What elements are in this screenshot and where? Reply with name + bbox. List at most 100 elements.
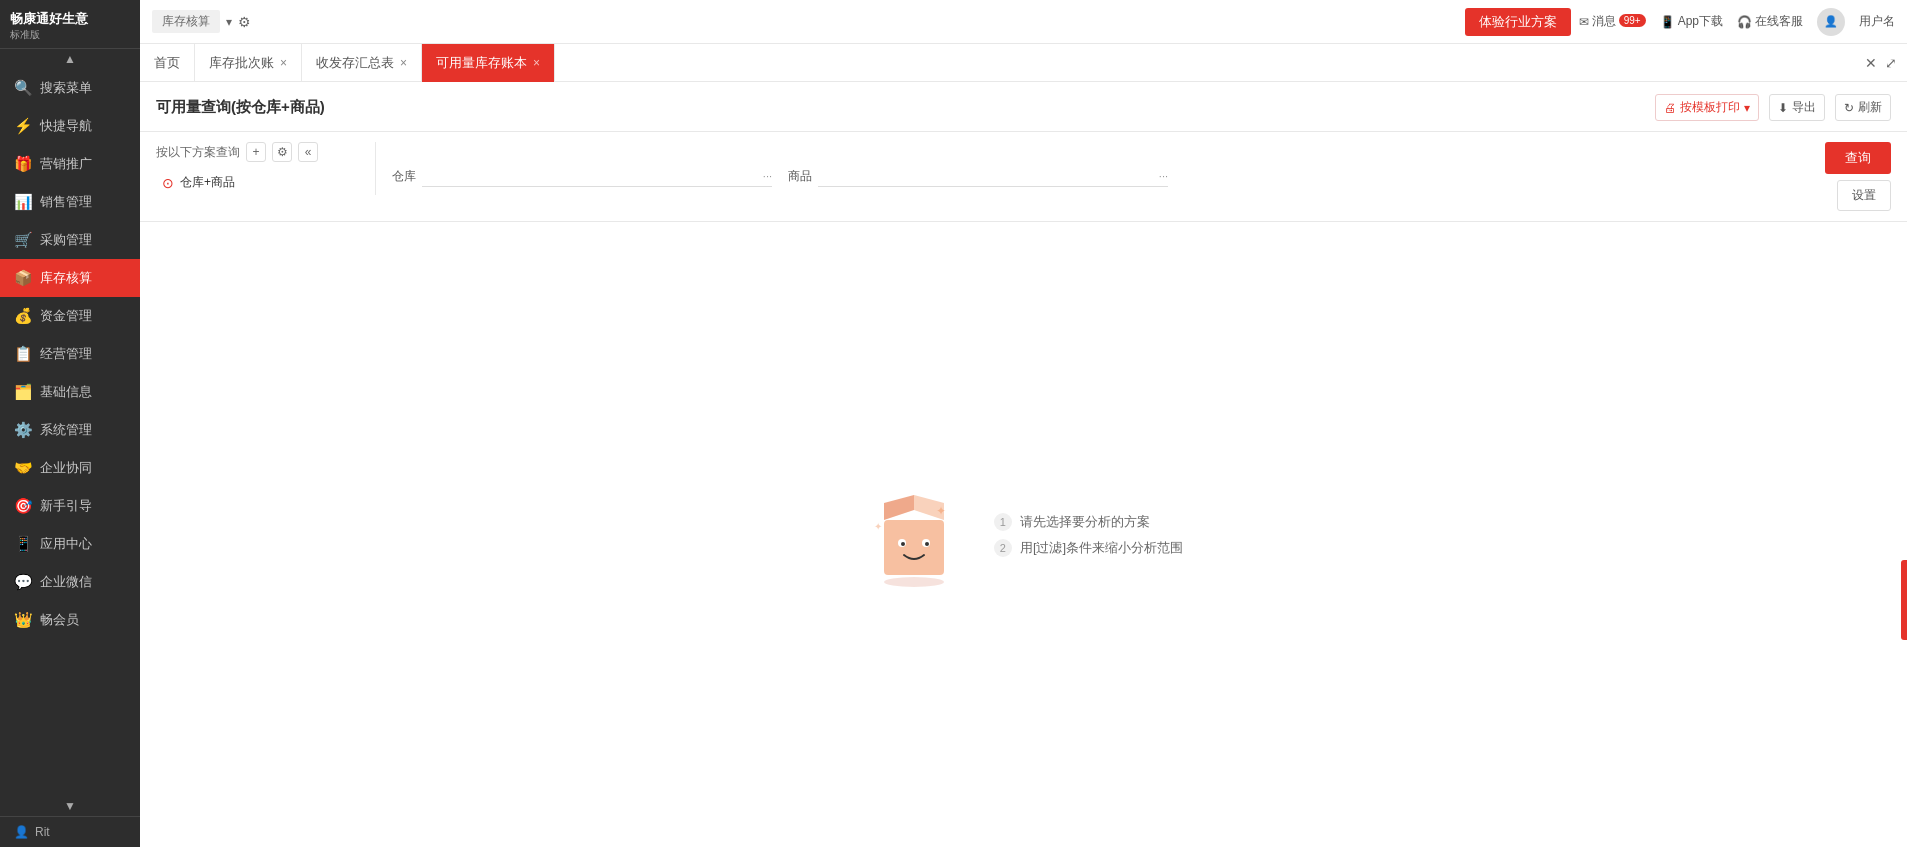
tip-text-2: 用[过滤]条件来缩小分析范围 bbox=[1020, 539, 1183, 557]
empty-state-container: ✦ ✦ 1 请先选择要分析的方案 2 用[过滤]条件来缩小分析范围 bbox=[864, 485, 1183, 585]
sidebar-logo: 畅康通好生意 标准版 bbox=[0, 0, 140, 49]
refresh-button[interactable]: ↻ 刷新 bbox=[1835, 94, 1891, 121]
tab-label-available_qty: 可用量库存账本 bbox=[436, 54, 527, 72]
topbar-online-service[interactable]: 🎧 在线客服 bbox=[1737, 13, 1803, 30]
breadcrumb-dropdown-icon[interactable]: ▾ bbox=[226, 15, 232, 29]
right-scrollbar-handle[interactable] bbox=[1901, 560, 1907, 640]
app-icon: 📱 bbox=[1660, 15, 1675, 29]
topbar-app-download[interactable]: 📱 App下载 bbox=[1660, 13, 1723, 30]
setting-scheme-icon[interactable]: ⚙ bbox=[272, 142, 292, 162]
industry-button[interactable]: 体验行业方案 bbox=[1465, 8, 1571, 36]
sidebar-label-enterprise: 企业协同 bbox=[40, 459, 92, 477]
svg-text:✦: ✦ bbox=[936, 504, 946, 518]
empty-tips: 1 请先选择要分析的方案 2 用[过滤]条件来缩小分析范围 bbox=[994, 513, 1183, 557]
warehouse-more-icon[interactable]: ··· bbox=[763, 170, 772, 182]
sidebar-item-wechat[interactable]: 💬企业微信 bbox=[0, 563, 140, 601]
sidebar-item-finance[interactable]: 💰资金管理 bbox=[0, 297, 140, 335]
tab-available_qty[interactable]: 可用量库存账本 × bbox=[422, 44, 555, 82]
query-button[interactable]: 查询 bbox=[1825, 142, 1891, 174]
sidebar-scroll-down[interactable]: ▼ bbox=[0, 796, 140, 816]
tab-receipt_summary[interactable]: 收发存汇总表× bbox=[302, 44, 422, 82]
sidebar-label-inventory: 库存核算 bbox=[40, 269, 92, 287]
scheme-option-warehouse-product[interactable]: ⊙ 仓库+商品 bbox=[156, 170, 363, 195]
export-icon: ⬇ bbox=[1778, 101, 1788, 115]
sidebar-item-marketing_promo[interactable]: 🎁 营销推广 bbox=[0, 145, 140, 183]
product-input[interactable] bbox=[818, 169, 1159, 183]
sidebar-item-inventory[interactable]: 📦 库存核算 bbox=[0, 259, 140, 297]
page-header: 可用量查询(按仓库+商品) 🖨 按模板打印 ▾ ⬇ 导出 ↻ 刷新 bbox=[140, 82, 1907, 132]
tab-home[interactable]: 首页 bbox=[140, 44, 195, 82]
tab-close-all-icon[interactable]: ✕ bbox=[1865, 55, 1877, 71]
filter-action-buttons: 查询 设置 bbox=[1825, 142, 1891, 211]
page-actions: 🖨 按模板打印 ▾ ⬇ 导出 ↻ 刷新 bbox=[1655, 94, 1891, 121]
tab-label-batch_account: 库存批次账 bbox=[209, 54, 274, 72]
warehouse-input[interactable] bbox=[422, 169, 763, 183]
filter-scheme-panel: 按以下方案查询 + ⚙ « ⊙ 仓库+商品 bbox=[156, 142, 376, 195]
logo-version: 标准版 bbox=[10, 28, 130, 42]
empty-illustration: ✦ ✦ bbox=[864, 485, 964, 585]
refresh-icon: ↻ bbox=[1844, 101, 1854, 115]
svg-text:✦: ✦ bbox=[874, 521, 882, 532]
print-dropdown-icon[interactable]: ▾ bbox=[1744, 101, 1750, 115]
topbar-gear-icon[interactable]: ⚙ bbox=[238, 14, 251, 30]
sidebar-icon-newbie: 🎯 bbox=[14, 497, 32, 515]
add-scheme-icon[interactable]: + bbox=[246, 142, 266, 162]
sidebar-icon-finance: 💰 bbox=[14, 307, 32, 325]
topbar-messages[interactable]: ✉ 消息 99+ bbox=[1579, 13, 1646, 30]
tab-batch_account[interactable]: 库存批次账 × bbox=[195, 44, 302, 82]
message-label: 消息 bbox=[1592, 13, 1616, 30]
user-avatar[interactable]: 👤 bbox=[1817, 8, 1845, 36]
tip-text-1: 请先选择要分析的方案 bbox=[1020, 513, 1150, 531]
sidebar-icon-basic: 🗂️ bbox=[14, 383, 32, 401]
filter-fields: 仓库 ··· 商品 ··· 查询 设置 bbox=[376, 142, 1891, 211]
message-badge: 99+ bbox=[1619, 14, 1646, 27]
sidebar-icon-shortcut: ⚡ bbox=[14, 117, 32, 135]
content-area: ✦ ✦ 1 请先选择要分析的方案 2 用[过滤]条件来缩小分析范围 bbox=[140, 222, 1907, 847]
sidebar-label-marketing_promo: 营销推广 bbox=[40, 155, 92, 173]
sidebar-label-appstore: 应用中心 bbox=[40, 535, 92, 553]
tab-close-batch_account[interactable]: × bbox=[280, 56, 287, 70]
sidebar-icon-appstore: 📱 bbox=[14, 535, 32, 553]
sidebar-item-appstore[interactable]: 📱 应用中心 bbox=[0, 525, 140, 563]
sidebar-item-purchase[interactable]: 🛒采购管理 bbox=[0, 221, 140, 259]
sidebar-icon-inventory: 📦 bbox=[14, 269, 32, 287]
breadcrumb-text: 库存核算 bbox=[152, 10, 220, 33]
scheme-option-icon: ⊙ bbox=[162, 175, 174, 191]
sidebar-scroll-up[interactable]: ▲ bbox=[0, 49, 140, 69]
sidebar-icon-marketing_promo: 🎁 bbox=[14, 155, 32, 173]
product-more-icon[interactable]: ··· bbox=[1159, 170, 1168, 182]
app-label: App下载 bbox=[1678, 13, 1723, 30]
sidebar-item-enterprise[interactable]: 🤝企业协同 bbox=[0, 449, 140, 487]
sidebar-item-newbie[interactable]: 🎯新手引导 bbox=[0, 487, 140, 525]
sidebar-item-sales[interactable]: 📊 销售管理 bbox=[0, 183, 140, 221]
sidebar-item-operations[interactable]: 📋经营管理 bbox=[0, 335, 140, 373]
service-label: 在线客服 bbox=[1755, 13, 1803, 30]
tab-close-receipt_summary[interactable]: × bbox=[400, 56, 407, 70]
sidebar-icon-member: 👑 bbox=[14, 611, 32, 629]
sidebar-icon-sales: 📊 bbox=[14, 193, 32, 211]
svg-point-7 bbox=[884, 577, 944, 587]
collapse-scheme-icon[interactable]: « bbox=[298, 142, 318, 162]
svg-marker-1 bbox=[884, 495, 914, 520]
scheme-label-text: 按以下方案查询 bbox=[156, 144, 240, 161]
topbar-breadcrumb: 库存核算 ▾ ⚙ bbox=[152, 10, 1457, 33]
logo-name: 畅康通好生意 bbox=[10, 10, 130, 28]
sidebar-item-search[interactable]: 🔍搜索菜单 bbox=[0, 69, 140, 107]
main-content: 库存核算 ▾ ⚙ 体验行业方案 ✉ 消息 99+ 📱 App下载 🎧 在线客服 … bbox=[140, 0, 1907, 847]
sidebar-item-system[interactable]: ⚙️系统管理 bbox=[0, 411, 140, 449]
empty-tip-2: 2 用[过滤]条件来缩小分析范围 bbox=[994, 539, 1183, 557]
sidebar-label-operations: 经营管理 bbox=[40, 345, 92, 363]
tab-expand-icon[interactable]: ⤢ bbox=[1885, 55, 1897, 71]
filter-warehouse-field: 仓库 ··· bbox=[392, 166, 772, 187]
print-template-button[interactable]: 🖨 按模板打印 ▾ bbox=[1655, 94, 1759, 121]
sidebar-item-shortcut[interactable]: ⚡快捷导航 bbox=[0, 107, 140, 145]
username-label: 用户名 bbox=[1859, 13, 1895, 30]
export-button[interactable]: ⬇ 导出 bbox=[1769, 94, 1825, 121]
sidebar-item-basic[interactable]: 🗂️基础信息 bbox=[0, 373, 140, 411]
sidebar-label-sales: 销售管理 bbox=[40, 193, 92, 211]
warehouse-input-wrap: ··· bbox=[422, 166, 772, 187]
settings-button[interactable]: 设置 bbox=[1837, 180, 1891, 211]
tip-num-2: 2 bbox=[994, 539, 1012, 557]
sidebar-item-member[interactable]: 👑畅会员 bbox=[0, 601, 140, 639]
tab-close-available_qty[interactable]: × bbox=[533, 56, 540, 70]
